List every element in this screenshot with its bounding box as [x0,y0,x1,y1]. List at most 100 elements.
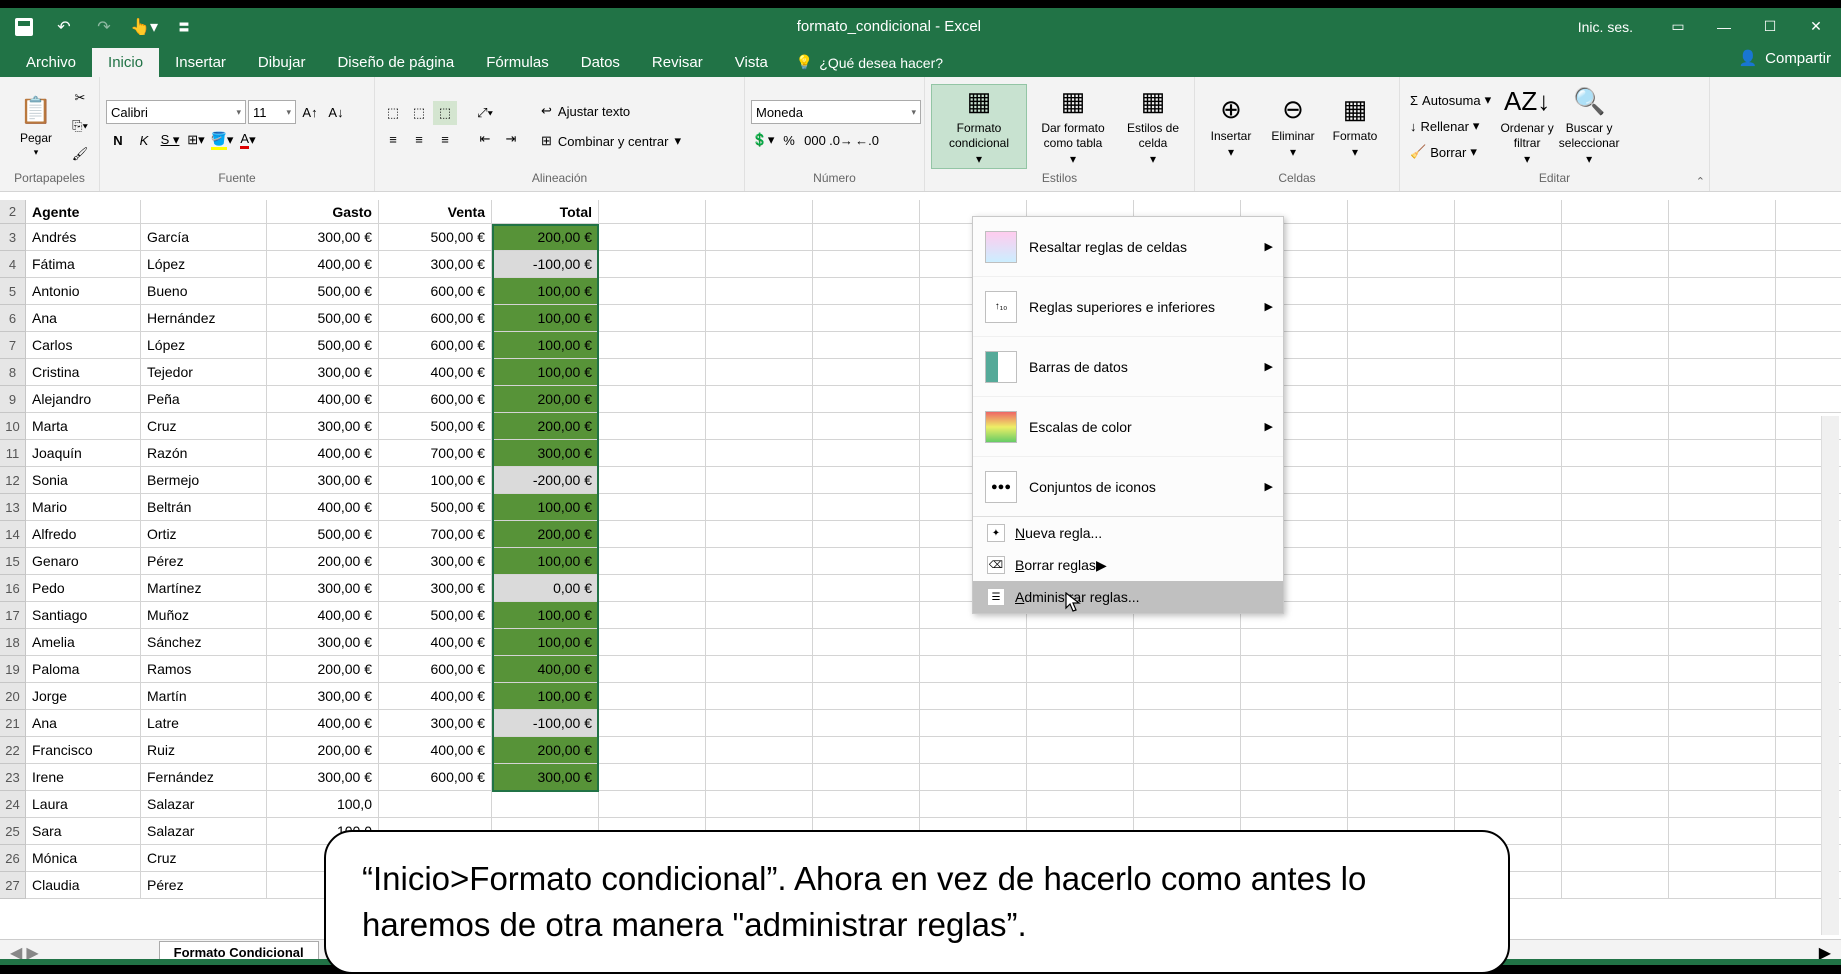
cf-new-rule[interactable]: ✦ NNueva regla...ueva regla... [973,517,1283,549]
empty-cell[interactable] [1669,791,1776,818]
cell[interactable]: 0,00 € [492,575,599,602]
tab-insertar[interactable]: Insertar [159,48,242,77]
redo-icon[interactable]: ↷ [88,13,120,41]
empty-cell[interactable] [599,521,706,548]
empty-cell[interactable] [1562,791,1669,818]
font-color-icon[interactable]: A▾ [236,128,260,152]
cell[interactable]: 400,00 € [379,359,492,386]
empty-cell[interactable] [1348,683,1455,710]
empty-cell[interactable] [1241,683,1348,710]
collapse-ribbon-icon[interactable]: ⌃ [1696,175,1705,188]
empty-cell[interactable] [1455,467,1562,494]
maximize-icon[interactable]: ☐ [1749,13,1791,41]
cell[interactable]: Sonia [26,467,141,494]
empty-cell[interactable] [1348,305,1455,332]
cell[interactable]: 600,00 € [379,764,492,791]
cell[interactable]: 500,00 € [267,305,379,332]
empty-cell[interactable] [813,629,920,656]
empty-cell[interactable] [1134,629,1241,656]
cell[interactable]: Beltrán [141,494,267,521]
touch-mode-icon[interactable]: 👆▾ [128,13,160,41]
cell[interactable]: Fátima [26,251,141,278]
empty-cell[interactable] [1669,548,1776,575]
empty-cell[interactable] [813,413,920,440]
cell[interactable]: 400,00 € [267,440,379,467]
wrap-text-button[interactable]: ↩Ajustar texto [533,98,689,124]
empty-cell[interactable] [1669,737,1776,764]
align-middle-icon[interactable]: ⬚ [407,101,431,125]
empty-cell[interactable] [1669,200,1776,224]
empty-cell[interactable] [706,683,813,710]
cell[interactable]: 100,0 [267,791,379,818]
empty-cell[interactable] [599,413,706,440]
cell[interactable]: Muñoz [141,602,267,629]
format-painter-icon[interactable]: 🖌 [68,142,92,166]
orientation-icon[interactable]: ⤢▾ [473,101,497,125]
empty-cell[interactable] [1669,413,1776,440]
empty-cell[interactable] [1669,467,1776,494]
cell[interactable]: García [141,224,267,251]
empty-cell[interactable] [813,251,920,278]
empty-cell[interactable] [1562,683,1669,710]
cell[interactable]: 300,00 € [267,467,379,494]
empty-cell[interactable] [1669,251,1776,278]
cell[interactable]: -100,00 € [492,251,599,278]
empty-cell[interactable] [1134,764,1241,791]
cell[interactable]: Santiago [26,602,141,629]
font-size-combo[interactable]: 11▾ [248,100,296,124]
empty-cell[interactable] [1134,791,1241,818]
cell[interactable]: Marta [26,413,141,440]
empty-cell[interactable] [1776,332,1841,359]
empty-cell[interactable] [1241,791,1348,818]
empty-cell[interactable] [599,305,706,332]
empty-cell[interactable] [1562,251,1669,278]
cf-highlight-cells[interactable]: Resaltar reglas de celdas▶ [973,217,1283,277]
autosum-button[interactable]: ΣAutosuma ▾ [1406,88,1495,112]
row-header[interactable]: 13 [0,494,26,521]
row-header[interactable]: 3 [0,224,26,251]
empty-cell[interactable] [1669,521,1776,548]
cell[interactable]: 600,00 € [379,278,492,305]
cell[interactable]: 600,00 € [379,305,492,332]
empty-cell[interactable] [1348,710,1455,737]
tab-dibujar[interactable]: Dibujar [242,48,322,77]
share-button[interactable]: Compartir [1765,50,1831,67]
fill-color-icon[interactable]: 🪣▾ [210,128,234,152]
empty-cell[interactable] [1669,683,1776,710]
ribbon-display-icon[interactable]: ▭ [1657,13,1699,41]
empty-cell[interactable] [1027,629,1134,656]
cell[interactable]: Cruz [141,845,267,872]
cell[interactable]: 100,00 € [492,602,599,629]
number-format-combo[interactable]: Moneda▾ [751,100,921,124]
find-select-button[interactable]: 🔍 Buscar y seleccionar ▾ [1559,84,1619,169]
empty-cell[interactable] [1669,764,1776,791]
cell[interactable]: -200,00 € [492,467,599,494]
empty-cell[interactable] [706,548,813,575]
cell[interactable]: 100,00 € [492,359,599,386]
empty-cell[interactable] [599,200,706,224]
empty-cell[interactable] [813,791,920,818]
cf-color-scales[interactable]: Escalas de color▶ [973,397,1283,457]
cell[interactable]: Pérez [141,872,267,899]
cell[interactable]: Ana [26,305,141,332]
empty-cell[interactable] [1455,251,1562,278]
tab-archivo[interactable]: Archivo [10,48,92,77]
bold-button[interactable]: N [106,128,130,152]
cell[interactable]: 500,00 € [379,224,492,251]
column-header[interactable]: Venta [379,200,492,224]
tell-me-search[interactable]: 💡 ¿Qué desea hacer? [784,48,955,77]
empty-cell[interactable] [1669,629,1776,656]
cell[interactable]: Joaquín [26,440,141,467]
paste-button[interactable]: 📋 Pegar ▾ [6,84,66,169]
empty-cell[interactable] [1562,305,1669,332]
empty-cell[interactable] [706,602,813,629]
empty-cell[interactable] [813,200,920,224]
empty-cell[interactable] [1669,386,1776,413]
row-header[interactable]: 9 [0,386,26,413]
minimize-icon[interactable]: — [1703,13,1745,41]
comma-icon[interactable]: 000 [803,128,827,152]
empty-cell[interactable] [1134,683,1241,710]
cell[interactable]: Pérez [141,548,267,575]
empty-cell[interactable] [1348,359,1455,386]
cell[interactable]: 500,00 € [267,521,379,548]
